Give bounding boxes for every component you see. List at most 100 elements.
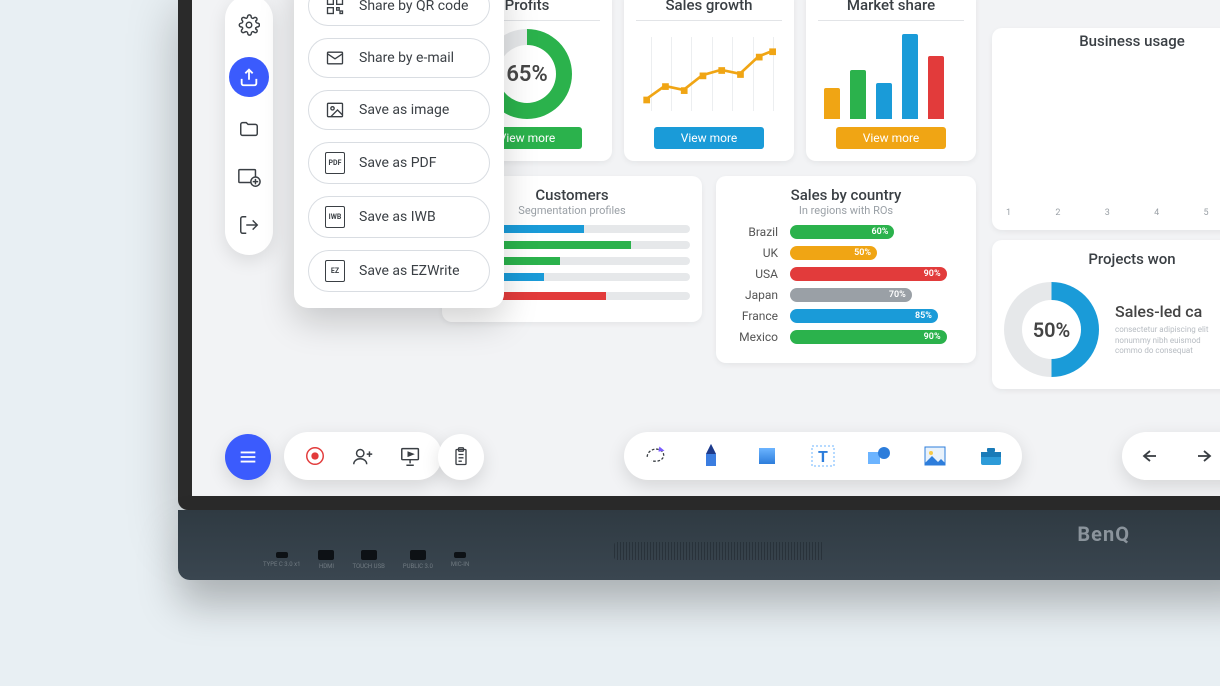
save-pdf-button[interactable]: PDF Save as PDF (308, 142, 490, 184)
files-button[interactable] (233, 113, 265, 145)
folder-icon (238, 118, 260, 140)
share-menu: Share by QR code Share by e-mail Save as… (294, 0, 504, 308)
country-name: Brazil (728, 225, 778, 239)
add-user-button[interactable] (348, 441, 378, 471)
save-iwb-button[interactable]: IWB Save as IWB (308, 196, 490, 238)
record-button[interactable] (300, 441, 330, 471)
business-usage-grouped-chart (1004, 64, 1220, 204)
mail-icon (325, 48, 345, 68)
country-name: France (728, 309, 778, 323)
port-label: TYPE C 3.0 x1 (263, 561, 300, 568)
undo-button[interactable] (1138, 441, 1168, 471)
port: PUBLIC 3.0 (403, 550, 433, 570)
ports-row: TYPE C 3.0 x1 HDMI TOUCH USB PUBLIC 3.0 … (263, 550, 469, 570)
toolbox-tool[interactable] (976, 441, 1006, 471)
present-button[interactable] (396, 441, 426, 471)
share-qr-button[interactable]: Share by QR code (308, 0, 490, 26)
picture-icon (923, 445, 947, 467)
selection-tool[interactable] (640, 441, 670, 471)
port-label: MIC-IN (451, 561, 469, 568)
pen-icon (699, 442, 723, 470)
country-pct: 60% (871, 227, 888, 237)
donut-value: 65% (482, 29, 572, 119)
caption: Sales-led ca (1115, 302, 1220, 321)
port-label: HDMI (319, 563, 334, 570)
add-page-button[interactable] (233, 161, 265, 193)
drawing-toolbar: T (624, 432, 1022, 480)
save-image-button[interactable]: Save as image (308, 90, 490, 130)
image-icon (325, 100, 345, 120)
country-row: France 85% (728, 309, 964, 323)
speaker-grill (614, 542, 824, 560)
fill-icon (755, 444, 779, 468)
redo-button[interactable] (1186, 441, 1216, 471)
port: MIC-IN (451, 552, 469, 568)
country-name: USA (728, 267, 778, 281)
image-tool[interactable] (920, 441, 950, 471)
history-toolbar (1122, 432, 1220, 480)
country-bar: 70% (790, 288, 964, 302)
ezwrite-icon: EZ (325, 260, 345, 282)
save-ezwrite-button[interactable]: EZ Save as EZWrite (308, 250, 490, 292)
port: HDMI (318, 550, 334, 570)
share-button[interactable] (229, 57, 269, 97)
country-row: USA 90% (728, 267, 964, 281)
card-title: Sales growth (636, 0, 782, 21)
country-pct: 90% (924, 332, 941, 342)
menu-label: Save as PDF (359, 155, 437, 171)
shapes-tool[interactable] (864, 441, 894, 471)
main-menu-button[interactable] (225, 434, 271, 480)
exit-button[interactable] (233, 209, 265, 241)
display-bezel: 4 Profits 65% View more Sales growth (178, 0, 1220, 510)
card-title: Business usage (1004, 32, 1220, 56)
country-row: Japan 70% (728, 288, 964, 302)
menu-label: Share by e-mail (359, 50, 454, 66)
country-pct: 85% (915, 311, 932, 321)
card-subtitle: In regions with ROs (728, 204, 964, 217)
briefcase-icon (978, 445, 1004, 467)
undo-icon (1141, 447, 1165, 465)
port: TYPE C 3.0 x1 (263, 552, 300, 568)
card-title: Projects won (1004, 250, 1220, 274)
axis-ticks: 123456 (1004, 204, 1220, 218)
country-pct: 50% (854, 248, 871, 258)
brand-logo: BenQ (1077, 522, 1130, 546)
view-more-button[interactable]: View more (836, 127, 946, 149)
pen-tool[interactable] (696, 441, 726, 471)
add-page-icon (237, 166, 261, 188)
session-toolbar (284, 432, 442, 480)
country-row: Mexico 90% (728, 330, 964, 344)
settings-button[interactable] (233, 9, 265, 41)
card-title: Market share (818, 0, 964, 21)
menu-label: Save as image (359, 102, 449, 118)
share-email-button[interactable]: Share by e-mail (308, 38, 490, 78)
port-icon (318, 550, 334, 560)
text-icon: T (810, 444, 836, 468)
lasso-icon (642, 443, 668, 469)
port-icon (454, 552, 466, 558)
port-icon (410, 550, 426, 560)
sparkline-icon (642, 35, 776, 115)
donut-value: 50% (1004, 282, 1099, 377)
pdf-icon: PDF (325, 152, 345, 174)
card-projects-won: Projects won 50% Sales-led ca consectetu… (992, 240, 1220, 389)
port-icon (361, 550, 377, 560)
country-pct: 70% (889, 290, 906, 300)
gear-icon (238, 14, 260, 36)
country-bar: 60% (790, 225, 964, 239)
menu-label: Save as EZWrite (359, 263, 460, 279)
card-business-usage: Business usage 123456 (992, 28, 1220, 230)
presentation-icon (399, 445, 423, 467)
clipboard-icon (451, 446, 471, 468)
fill-tool[interactable] (752, 441, 782, 471)
card-market-share: Market share View more (806, 0, 976, 161)
country-name: Mexico (728, 330, 778, 344)
user-plus-icon (351, 445, 375, 467)
clipboard-button[interactable] (438, 434, 484, 480)
sales-growth-line-chart (636, 29, 782, 119)
share-icon (238, 66, 260, 88)
country-row: Brazil 60% (728, 225, 964, 239)
redo-icon (1189, 447, 1213, 465)
text-tool[interactable]: T (808, 441, 838, 471)
view-more-button[interactable]: View more (654, 127, 764, 149)
